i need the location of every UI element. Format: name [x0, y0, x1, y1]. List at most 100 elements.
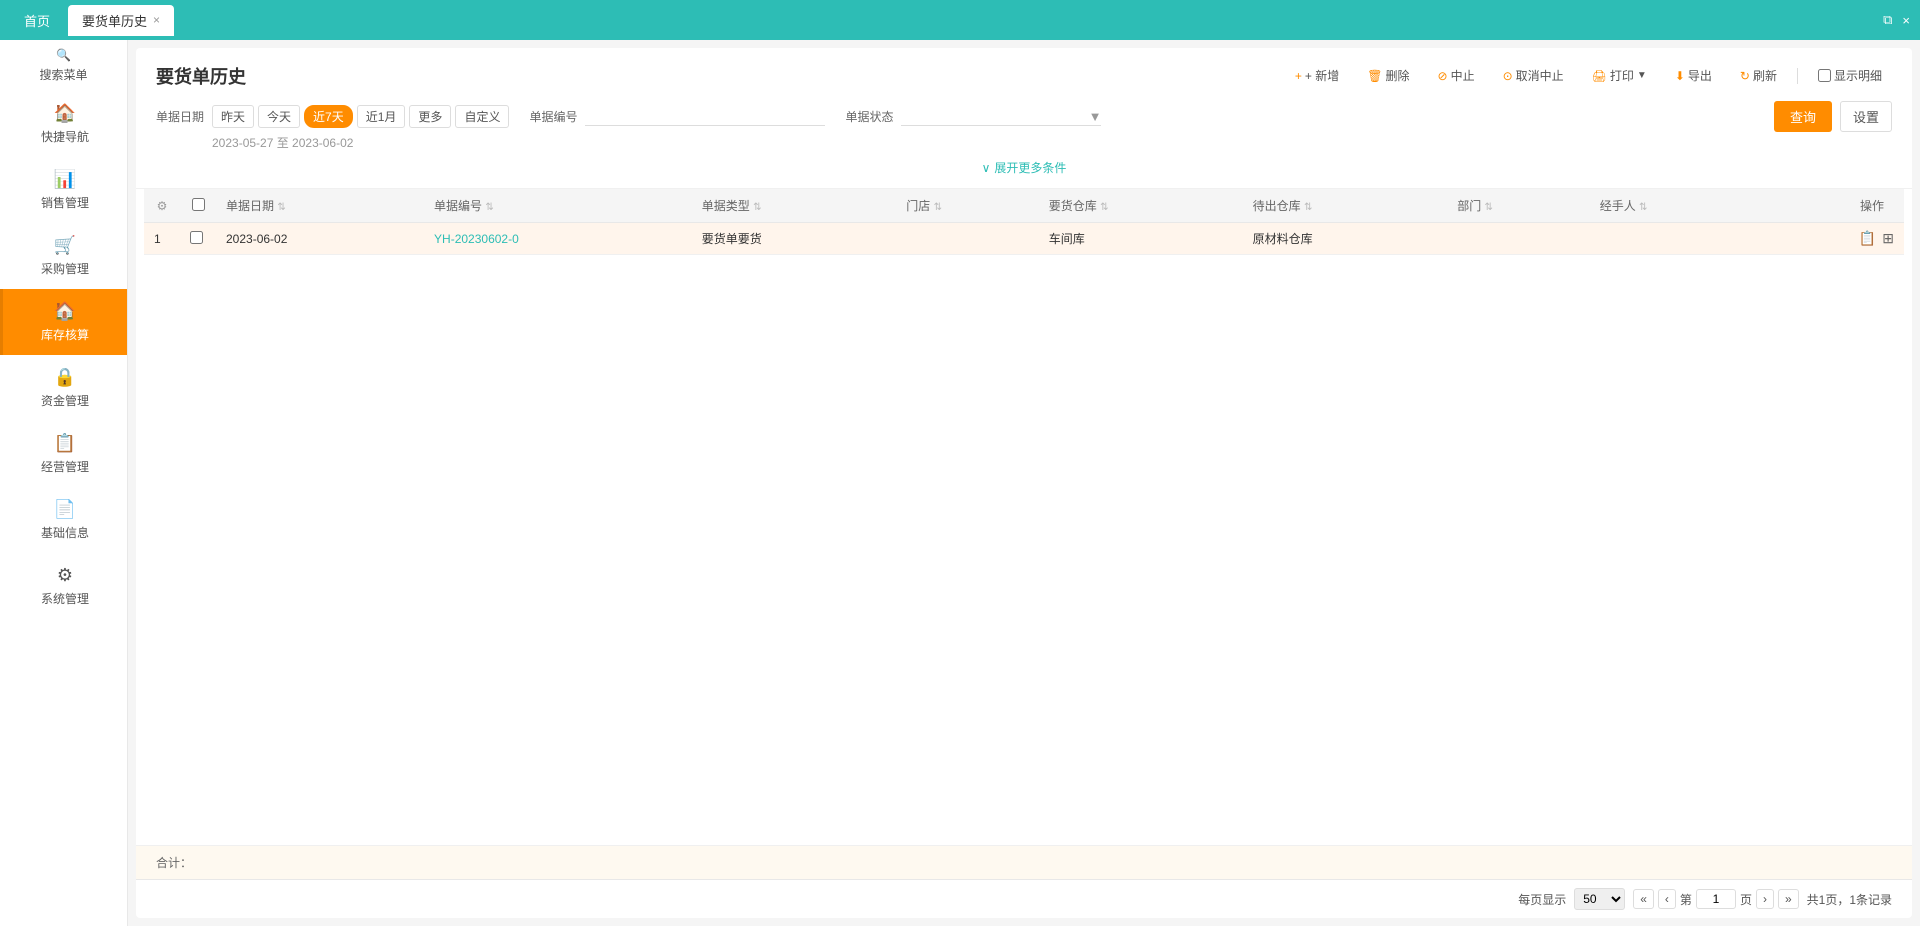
filter-row: 单据日期 昨天 今天 近7天 近1月 更多 自定义 [156, 101, 1892, 132]
th-store[interactable]: 门店 ⇅ [896, 189, 1039, 223]
cancel-stop-label: 取消中止 [1516, 67, 1564, 84]
row-edit-icon[interactable]: 📋 [1859, 230, 1876, 247]
add-icon: + [1295, 69, 1302, 83]
page-next-btn[interactable]: › [1756, 889, 1774, 909]
settings-col-header[interactable]: ⚙ [144, 189, 180, 223]
home-icon: 🏠 [54, 103, 76, 124]
order-no-link[interactable]: YH-20230602-0 [434, 232, 519, 246]
sidebar-item-label: 资金管理 [41, 392, 89, 409]
toolbar-divider [1797, 68, 1798, 84]
total-info: 共1页，1条记录 [1807, 891, 1892, 908]
query-button[interactable]: 查询 [1774, 101, 1832, 132]
table-footer: 合计： [136, 845, 1912, 879]
date-btn-yesterday[interactable]: 昨天 [212, 105, 254, 128]
date-filter-btns: 昨天 今天 近7天 近1月 更多 自定义 [212, 105, 509, 128]
tab-close-icon[interactable]: × [153, 13, 160, 27]
display-detail-checkbox[interactable] [1818, 69, 1831, 82]
sort-icon-reqwh: ⇅ [1100, 202, 1108, 213]
print-button[interactable]: 🖨 打印 ▼ [1582, 62, 1657, 89]
stop-button[interactable]: ⊘ 中止 [1428, 62, 1485, 89]
th-order-type[interactable]: 单据类型 ⇅ [692, 189, 897, 223]
toolbar: + + 新增 🗑 删除 ⊘ 中止 ⊙ 取消中止 [1285, 62, 1892, 89]
top-bar: 首页 要货单历史 × ⧉ × [0, 0, 1920, 40]
sidebar-item-label: 快捷导航 [41, 128, 89, 145]
order-no-label: 单据编号 [529, 108, 577, 125]
status-input[interactable] [901, 107, 1088, 125]
page-suffix: 页 [1740, 891, 1752, 908]
sidebar-search[interactable]: 🔍 搜索菜单 [0, 40, 127, 91]
date-btn-custom[interactable]: 自定义 [455, 105, 509, 128]
sort-icon-handler: ⇅ [1639, 202, 1647, 213]
close-icon[interactable]: × [1902, 13, 1910, 28]
sidebar-item-label: 系统管理 [41, 590, 89, 607]
cart-icon: 🛒 [54, 235, 76, 256]
tab-bar: 首页 要货单历史 × [10, 0, 174, 40]
sidebar-item-system[interactable]: ⚙ 系统管理 [0, 553, 127, 619]
order-no-input[interactable] [585, 107, 825, 126]
sidebar-item-finance[interactable]: 🔒 资金管理 [0, 355, 127, 421]
export-button[interactable]: ⬇ 导出 [1665, 62, 1722, 89]
print-icon: 🖨 [1592, 69, 1607, 83]
sidebar-item-basic-info[interactable]: 📄 基础信息 [0, 487, 127, 553]
cancel-stop-button[interactable]: ⊙ 取消中止 [1493, 62, 1574, 89]
sort-icon-pendwh: ⇅ [1304, 202, 1312, 213]
sort-icon-orderno: ⇅ [485, 202, 493, 213]
date-btn-1month[interactable]: 近1月 [357, 105, 406, 128]
cancel-stop-icon: ⊙ [1503, 69, 1513, 83]
tab-order-history-label: 要货单历史 [82, 11, 147, 30]
page-last-btn[interactable]: » [1778, 889, 1799, 909]
search-icon: 🔍 [56, 48, 71, 62]
sort-icon-store: ⇅ [934, 202, 942, 213]
export-icon: ⬇ [1675, 69, 1685, 83]
filter-area: 单据日期 昨天 今天 近7天 近1月 更多 自定义 [136, 89, 1912, 189]
page-first-btn[interactable]: « [1633, 889, 1654, 909]
stop-icon: ⊘ [1438, 69, 1448, 83]
row-store [896, 223, 1039, 255]
page-size-select[interactable]: 50 10 20 100 [1574, 888, 1625, 910]
restore-icon[interactable]: ⧉ [1883, 12, 1892, 28]
sidebar-item-quick-nav[interactable]: 🏠 快捷导航 [0, 91, 127, 157]
filter-actions: 查询 设置 [1774, 101, 1892, 132]
th-req-warehouse[interactable]: 要货仓库 ⇅ [1039, 189, 1243, 223]
sidebar-item-purchase[interactable]: 🛒 采购管理 [0, 223, 127, 289]
row-checkbox [180, 223, 216, 255]
date-filter: 单据日期 昨天 今天 近7天 近1月 更多 自定义 [156, 105, 509, 128]
add-button[interactable]: + + 新增 [1285, 62, 1349, 89]
date-btn-today[interactable]: 今天 [258, 105, 300, 128]
row-select-checkbox[interactable] [190, 231, 203, 244]
tab-home[interactable]: 首页 [10, 5, 64, 36]
settings-button[interactable]: 设置 [1840, 101, 1892, 132]
expand-more[interactable]: ∨ 展开更多条件 [156, 159, 1892, 176]
date-btn-more[interactable]: 更多 [409, 105, 451, 128]
th-department[interactable]: 部门 ⇅ [1447, 189, 1590, 223]
checkbox-col-header [180, 189, 216, 223]
select-all-checkbox[interactable] [192, 198, 205, 211]
delete-icon: 🗑 [1367, 69, 1382, 83]
display-detail-label: 显示明细 [1834, 67, 1882, 84]
th-action: 操作 [1763, 189, 1904, 223]
th-pending-warehouse[interactable]: 待出仓库 ⇅ [1243, 189, 1448, 223]
operations-icon: 📋 [54, 433, 76, 454]
sidebar-item-sales[interactable]: 📊 销售管理 [0, 157, 127, 223]
export-label: 导出 [1688, 67, 1712, 84]
th-handler[interactable]: 经手人 ⇅ [1590, 189, 1763, 223]
refresh-label: 刷新 [1753, 67, 1777, 84]
sidebar-item-inventory[interactable]: 🏠 库存核算 [0, 289, 127, 355]
row-copy-icon[interactable]: ⊞ [1882, 230, 1894, 247]
row-order-type: 要货单要货 [692, 223, 897, 255]
delete-button[interactable]: 🗑 删除 [1357, 62, 1419, 89]
th-date[interactable]: 单据日期 ⇅ [216, 189, 424, 223]
page-input[interactable] [1696, 889, 1736, 909]
refresh-button[interactable]: ↻ 刷新 [1730, 62, 1787, 89]
tab-order-history[interactable]: 要货单历史 × [68, 5, 174, 36]
status-filter: 单据状态 ▼ [845, 107, 1101, 126]
page-prev-btn[interactable]: ‹ [1658, 889, 1676, 909]
display-detail-button[interactable]: 显示明细 [1808, 62, 1892, 89]
status-dropdown-icon[interactable]: ▼ [1089, 109, 1102, 124]
date-btn-7days[interactable]: 近7天 [304, 105, 353, 128]
pagination-bar: 每页显示 50 10 20 100 « ‹ 第 页 › » [136, 879, 1912, 918]
status-label: 单据状态 [845, 108, 893, 125]
th-order-no[interactable]: 单据编号 ⇅ [424, 189, 692, 223]
sidebar-item-operations[interactable]: 📋 经营管理 [0, 421, 127, 487]
page-nav: « ‹ 第 页 › » [1633, 889, 1798, 909]
